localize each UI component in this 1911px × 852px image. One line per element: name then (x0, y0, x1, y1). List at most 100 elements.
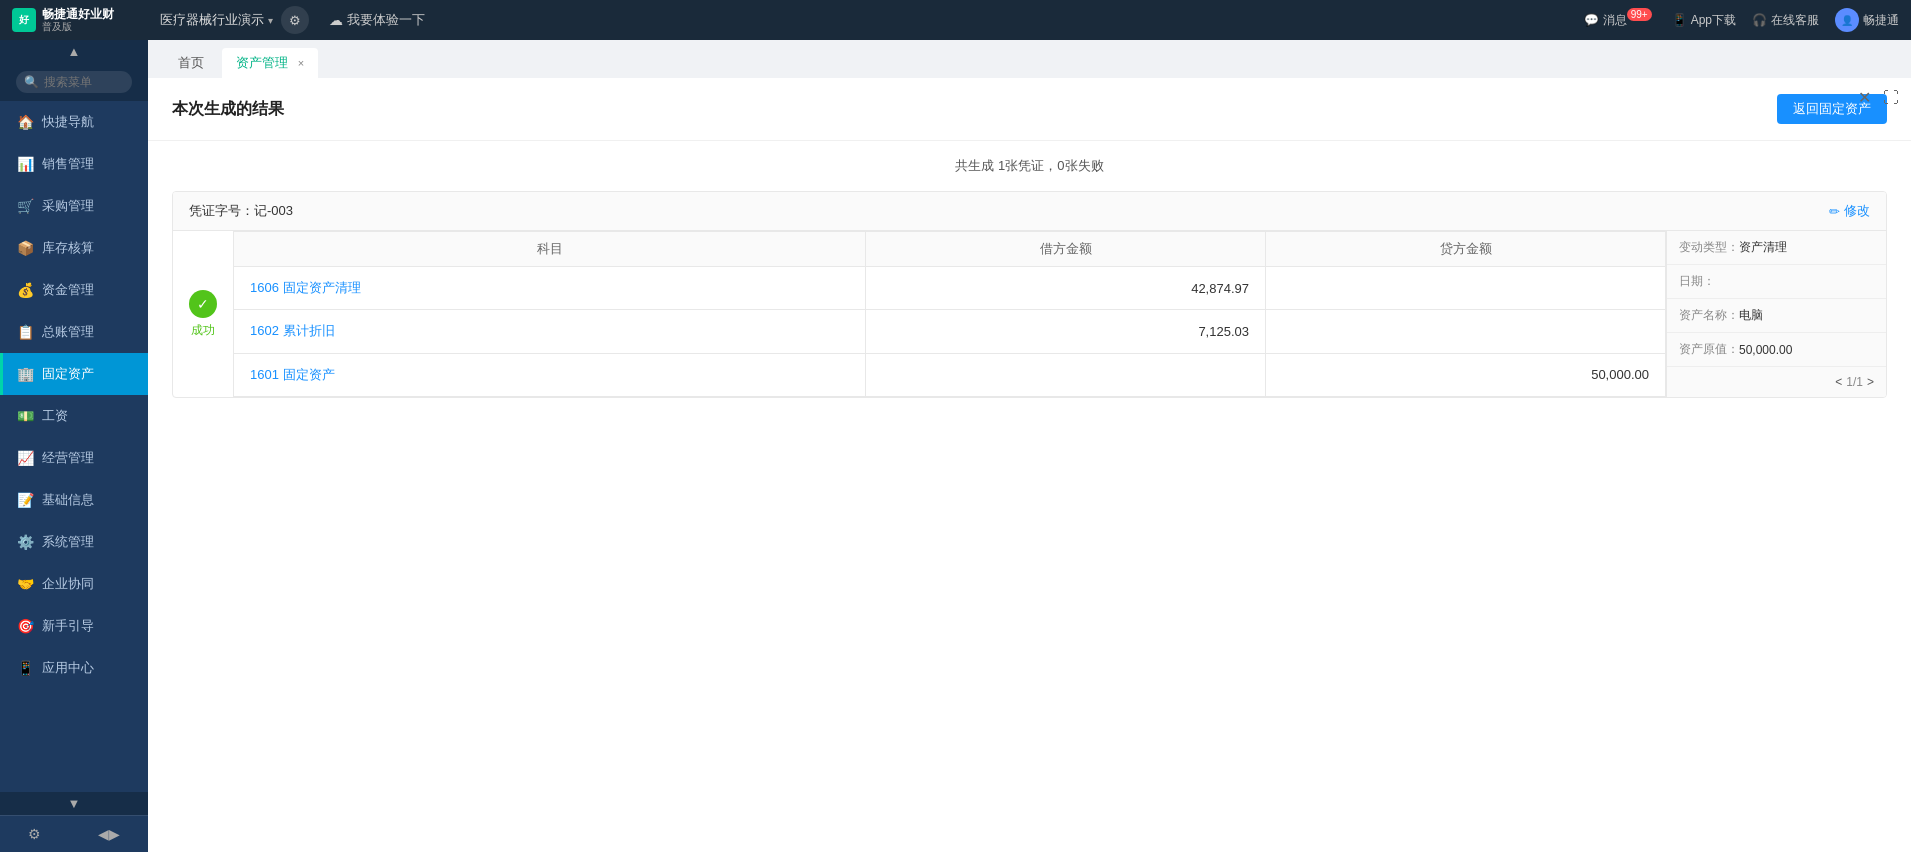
sidebar-item-basic-info[interactable]: 📝 基础信息 (0, 479, 148, 521)
enterprise-icon: 🤝 (16, 576, 34, 592)
online-service-label: 在线客服 (1771, 12, 1819, 29)
notification-item[interactable]: 💬 消息 99+ (1584, 12, 1656, 29)
tab-home-label: 首页 (178, 55, 204, 70)
inventory-icon: 📦 (16, 240, 34, 256)
sidebar-item-enterprise[interactable]: 🤝 企业协同 (0, 563, 148, 605)
table-row: 1602 累计折旧 7,125.03 (234, 310, 1666, 353)
scroll-up-arrow[interactable]: ▲ (0, 40, 148, 63)
company-selector[interactable]: 医疗器械行业演示 ▾ (160, 11, 273, 29)
subject-cell-2: 1602 累计折旧 (234, 310, 866, 353)
check-circle-icon: ✓ (189, 290, 217, 318)
ledger-icon: 📋 (16, 324, 34, 340)
logo-sub: 普及版 (42, 21, 114, 33)
top-center: 医疗器械行业演示 ▾ ⚙ ☁ 我要体验一下 (160, 6, 1584, 34)
settings-icon[interactable]: ⚙ (281, 6, 309, 34)
sidebar-label-inventory: 库存核算 (42, 239, 94, 257)
tab-home[interactable]: 首页 (164, 48, 218, 78)
sidebar-label-basic-info: 基础信息 (42, 491, 94, 509)
edit-label: 修改 (1844, 202, 1870, 220)
sidebar-item-payroll[interactable]: 💵 工资 (0, 395, 148, 437)
asset-name-row: 资产名称： 电脑 (1667, 299, 1886, 333)
sidebar-item-search[interactable]: 🔍 (0, 63, 148, 101)
online-service-item[interactable]: 🎧 在线客服 (1752, 12, 1819, 29)
logo-icon: 好 (12, 8, 36, 32)
top-right: 💬 消息 99+ 📱 App下载 🎧 在线客服 👤 畅捷通 (1584, 8, 1899, 32)
sidebar-item-system[interactable]: ⚙️ 系统管理 (0, 521, 148, 563)
date-row: 日期： (1667, 265, 1886, 299)
tab-bar: 首页 资产管理 × (148, 40, 1911, 78)
fund-icon: 💰 (16, 282, 34, 298)
col-credit: 贷方金额 (1266, 232, 1666, 267)
change-type-value: 资产清理 (1739, 239, 1787, 256)
side-info-panel: 变动类型： 资产清理 日期： 资产名称： 电脑 资产原值： (1666, 231, 1886, 397)
voucher-table: 科目 借方金额 贷方金额 1606 固定资产清理 42,874.97 (233, 231, 1666, 397)
sidebar-bottom: ⚙ ◀▶ (0, 815, 148, 852)
change-type-row: 变动类型： 资产清理 (1667, 231, 1886, 265)
search-small-icon: 🔍 (24, 75, 39, 89)
logo-main: 畅捷通好业财 (42, 7, 114, 21)
original-value-row: 资产原值： 50,000.00 (1667, 333, 1886, 367)
sidebar-item-app-center[interactable]: 📱 应用中心 (0, 647, 148, 689)
result-summary: 共生成 1张凭证，0张失败 (148, 141, 1911, 191)
app-download-item[interactable]: 📱 App下载 (1672, 12, 1736, 29)
sidebar-label-quick-nav: 快捷导航 (42, 113, 94, 131)
basic-info-icon: 📝 (16, 492, 34, 508)
headset-icon: 🎧 (1752, 13, 1767, 27)
sidebar-item-sales[interactable]: 📊 销售管理 (0, 143, 148, 185)
main-layout: ▲ 🔍 🏠 快捷导航 📊 销售管理 🛒 采购管理 📦 (0, 40, 1911, 852)
tab-asset-mgmt[interactable]: 资产管理 × (222, 48, 318, 78)
sidebar-item-quick-nav[interactable]: 🏠 快捷导航 (0, 101, 148, 143)
sidebar-label-ledger: 总账管理 (42, 323, 94, 341)
sidebar-item-guide[interactable]: 🎯 新手引导 (0, 605, 148, 647)
original-value-label: 资产原值： (1679, 341, 1739, 358)
sidebar-item-fund[interactable]: 💰 资金管理 (0, 269, 148, 311)
collapse-icon[interactable]: ◀▶ (98, 826, 120, 842)
credit-cell-1 (1266, 267, 1666, 310)
table-row: 1601 固定资产 50,000.00 (234, 353, 1666, 396)
content-area: 首页 资产管理 × ✕ ⛶ 本次生成的结果 返回固定资产 共生成 1张凭证，0张… (148, 40, 1911, 852)
tab-close-icon[interactable]: × (298, 57, 304, 69)
purchase-icon: 🛒 (16, 198, 34, 214)
sidebar-item-fixed-assets[interactable]: 🏢 固定资产 (0, 353, 148, 395)
original-value-value: 50,000.00 (1739, 343, 1792, 357)
user-item[interactable]: 👤 畅捷通 (1835, 8, 1899, 32)
settings-bottom-icon[interactable]: ⚙ (28, 826, 41, 842)
sidebar-label-management: 经营管理 (42, 449, 94, 467)
experience-button[interactable]: ☁ 我要体验一下 (329, 11, 425, 29)
expand-panel-icon[interactable]: ⛶ (1879, 87, 1903, 109)
cloud-icon: ☁ (329, 12, 343, 28)
company-name: 医疗器械行业演示 (160, 11, 264, 29)
username: 畅捷通 (1863, 12, 1899, 29)
close-panel-icon[interactable]: ✕ (1854, 86, 1875, 109)
sidebar-label-sales: 销售管理 (42, 155, 94, 173)
success-label: 成功 (191, 322, 215, 339)
sidebar-item-purchase[interactable]: 🛒 采购管理 (0, 185, 148, 227)
app-center-icon: 📱 (16, 660, 34, 676)
notification-badge: 99+ (1627, 8, 1652, 21)
app-download-label: App下载 (1691, 12, 1736, 29)
prev-page-icon[interactable]: < (1835, 375, 1842, 389)
next-page-icon[interactable]: > (1867, 375, 1874, 389)
subject-cell-1: 1606 固定资产清理 (234, 267, 866, 310)
sidebar: ▲ 🔍 🏠 快捷导航 📊 销售管理 🛒 采购管理 📦 (0, 40, 148, 852)
sidebar-item-inventory[interactable]: 📦 库存核算 (0, 227, 148, 269)
sidebar-label-system: 系统管理 (42, 533, 94, 551)
voucher-number: 凭证字号：记-003 (189, 202, 293, 220)
sidebar-item-ledger[interactable]: 📋 总账管理 (0, 311, 148, 353)
debit-cell-2: 7,125.03 (866, 310, 1266, 353)
sidebar-item-management[interactable]: 📈 经营管理 (0, 437, 148, 479)
sales-icon: 📊 (16, 156, 34, 172)
voucher-table-wrapper: ✓ 成功 科目 借方金额 贷方金额 (173, 231, 1886, 397)
asset-name-value: 电脑 (1739, 307, 1763, 324)
page-info: 1/1 (1846, 375, 1863, 389)
pagination: < 1/1 > (1667, 367, 1886, 397)
sidebar-scroll: 🔍 🏠 快捷导航 📊 销售管理 🛒 采购管理 📦 库存核算 💰 (0, 63, 148, 792)
edit-button[interactable]: ✏ 修改 (1829, 202, 1870, 220)
success-mark: ✓ 成功 (173, 231, 233, 397)
fixed-assets-icon: 🏢 (16, 366, 34, 382)
panel-controls: ✕ ⛶ (1846, 78, 1911, 117)
scroll-down-arrow[interactable]: ▼ (0, 792, 148, 815)
voucher-block: 凭证字号：记-003 ✏ 修改 ✓ 成功 (172, 191, 1887, 398)
avatar: 👤 (1835, 8, 1859, 32)
sidebar-label-fund: 资金管理 (42, 281, 94, 299)
